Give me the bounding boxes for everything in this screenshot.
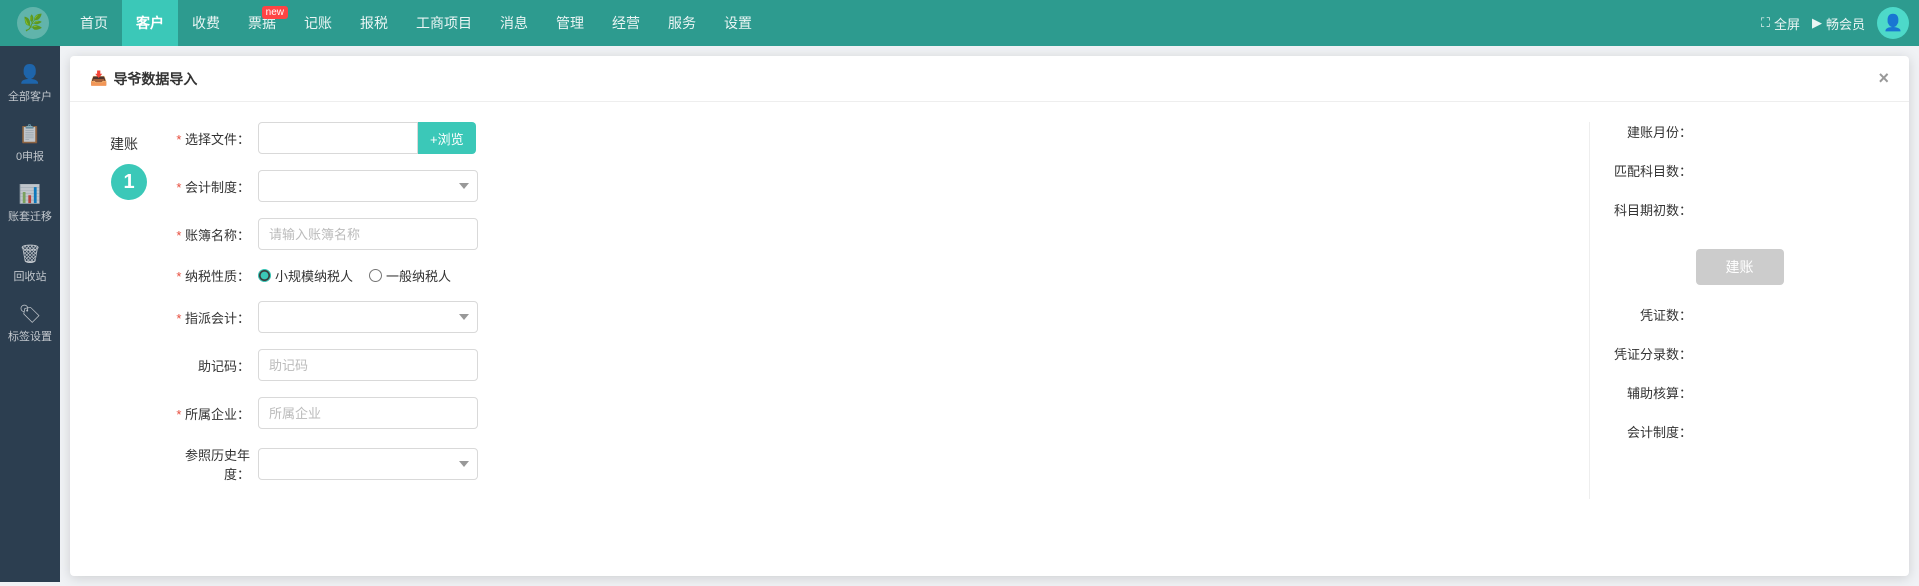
- membership-icon: ▶: [1812, 15, 1822, 31]
- nav-tickets[interactable]: 票据 new: [234, 0, 290, 46]
- tax-type-small[interactable]: 小规模纳税人: [258, 266, 353, 285]
- sidebar: 👤 全部客户 📋 0申报 📊 账套迁移 🗑 回收站 🏷 标签设置: [0, 46, 60, 582]
- recycle-bin-icon: 🗑: [19, 244, 42, 265]
- user-avatar[interactable]: 👤: [1877, 7, 1909, 39]
- auxiliary-accounting-label: 辅助核算：: [1610, 383, 1700, 402]
- sidebar-item-recycle-bin[interactable]: 🗑 回收站: [0, 236, 60, 292]
- top-navigation: 🌿 首页 客户 收费 票据 new 记账 报税 工商项目 消息 管理 经营 服务…: [0, 0, 1919, 46]
- tax-type-label: 纳税性质：: [168, 266, 258, 285]
- form-section: 选择文件： +浏览 会计制度：: [168, 122, 1569, 499]
- accounting-system-row: 会计制度：: [168, 170, 1569, 202]
- voucher-count-label: 凭证数：: [1610, 305, 1700, 324]
- sidebar-item-account-migration[interactable]: 📊 账套迁移: [0, 176, 60, 232]
- nav-customers[interactable]: 客户: [122, 0, 178, 46]
- tax-type-general[interactable]: 一般纳税人: [369, 266, 451, 285]
- dialog-title: 📥 导爷数据导入: [90, 69, 197, 89]
- assigned-accountant-row: 指派会计：: [168, 301, 1569, 333]
- tax-type-small-radio[interactable]: [258, 269, 271, 282]
- step-badge: 1: [111, 164, 147, 200]
- match-subjects-label: 匹配科目数：: [1610, 161, 1700, 180]
- fullscreen-button[interactable]: ⛶ 全屏: [1761, 14, 1800, 33]
- dialog-body: 建账 1 选择文件： +浏览 会计制度：: [70, 102, 1909, 519]
- import-dialog: 📥 导爷数据导入 × 建账 1 选择文件：: [70, 56, 1909, 576]
- nav-services[interactable]: 服务: [654, 0, 710, 46]
- dialog-header: 📥 导爷数据导入 ×: [70, 56, 1909, 102]
- affiliated-company-row: 所属企业：: [168, 397, 1569, 429]
- nav-tax[interactable]: 报税: [346, 0, 402, 46]
- nav-business[interactable]: 工商项目: [402, 0, 486, 46]
- memo-code-input[interactable]: [258, 349, 478, 381]
- zero-report-icon: 📋: [19, 124, 41, 145]
- account-migration-icon: 📊: [19, 184, 41, 205]
- tag-settings-icon: 🏷: [19, 304, 42, 325]
- new-badge: new: [262, 6, 288, 19]
- reference-year-select[interactable]: [258, 448, 478, 480]
- voucher-entries-label: 凭证分录数：: [1610, 344, 1700, 363]
- import-icon: 📥: [90, 70, 107, 87]
- auxiliary-accounting-row: 辅助核算：: [1610, 383, 1869, 402]
- nav-operations[interactable]: 经营: [598, 0, 654, 46]
- file-input-group: +浏览: [258, 122, 476, 154]
- create-button-area: 建账: [1610, 249, 1869, 285]
- file-label: 选择文件：: [168, 129, 258, 148]
- accounting-system-select[interactable]: [258, 170, 478, 202]
- reference-year-row: 参照历史年度：: [168, 445, 1569, 483]
- all-customers-icon: 👤: [19, 64, 41, 85]
- affiliated-company-input[interactable]: [258, 397, 478, 429]
- file-row: 选择文件： +浏览: [168, 122, 1569, 154]
- memo-code-label: 助记码：: [168, 356, 258, 375]
- match-subjects-row: 匹配科目数：: [1610, 161, 1869, 180]
- info-section: 建账月份： 匹配科目数： 科目期初数： 建账 凭证数：: [1589, 122, 1869, 499]
- nav-items: 首页 客户 收费 票据 new 记账 报税 工商项目 消息 管理 经营 服务 设…: [66, 0, 1761, 46]
- sidebar-item-tag-settings[interactable]: 🏷 标签设置: [0, 296, 60, 352]
- browse-button[interactable]: +浏览: [418, 122, 476, 154]
- nav-management[interactable]: 管理: [542, 0, 598, 46]
- memo-code-row: 助记码：: [168, 349, 1569, 381]
- nav-fees[interactable]: 收费: [178, 0, 234, 46]
- ledger-name-row: 账簿名称：: [168, 218, 1569, 250]
- ledger-name-input[interactable]: [258, 218, 478, 250]
- tax-type-radio-group: 小规模纳税人 一般纳税人: [258, 266, 451, 285]
- voucher-entries-row: 凭证分录数：: [1610, 344, 1869, 363]
- sidebar-item-zero-report[interactable]: 📋 0申报: [0, 116, 60, 172]
- nav-settings[interactable]: 设置: [710, 0, 766, 46]
- nav-home[interactable]: 首页: [66, 0, 122, 46]
- info-accounting-system-label: 会计制度：: [1610, 422, 1700, 441]
- membership-button[interactable]: ▶ 畅会员: [1812, 14, 1865, 33]
- accounting-system-label: 会计制度：: [168, 177, 258, 196]
- nav-accounting[interactable]: 记账: [290, 0, 346, 46]
- affiliated-company-label: 所属企业：: [168, 404, 258, 423]
- step-indicator: 建账 1: [110, 122, 148, 499]
- form-area: 建账 1 选择文件： +浏览 会计制度：: [110, 122, 1569, 499]
- logo-icon: 🌿: [17, 7, 49, 39]
- assigned-accountant-label: 指派会计：: [168, 308, 258, 327]
- main-content: 📥 导爷数据导入 × 建账 1 选择文件：: [60, 46, 1919, 586]
- subject-opening-label: 科目期初数：: [1610, 200, 1700, 219]
- assigned-accountant-select[interactable]: [258, 301, 478, 333]
- subject-opening-row: 科目期初数：: [1610, 200, 1869, 219]
- voucher-count-row: 凭证数：: [1610, 305, 1869, 324]
- sidebar-item-all-customers[interactable]: 👤 全部客户: [0, 56, 60, 112]
- create-button[interactable]: 建账: [1696, 249, 1784, 285]
- create-month-label: 建账月份：: [1610, 122, 1700, 141]
- tax-type-general-radio[interactable]: [369, 269, 382, 282]
- tax-type-row: 纳税性质： 小规模纳税人 一般纳税人: [168, 266, 1569, 285]
- close-button[interactable]: ×: [1878, 68, 1889, 89]
- info-accounting-system-row: 会计制度：: [1610, 422, 1869, 441]
- ledger-name-label: 账簿名称：: [168, 225, 258, 244]
- app-logo[interactable]: 🌿: [10, 0, 56, 46]
- reference-year-label: 参照历史年度：: [168, 445, 258, 483]
- nav-messages[interactable]: 消息: [486, 0, 542, 46]
- create-month-row: 建账月份：: [1610, 122, 1869, 141]
- nav-right: ⛶ 全屏 ▶ 畅会员 👤: [1761, 7, 1909, 39]
- file-input[interactable]: [258, 122, 418, 154]
- fullscreen-icon: ⛶: [1761, 15, 1770, 31]
